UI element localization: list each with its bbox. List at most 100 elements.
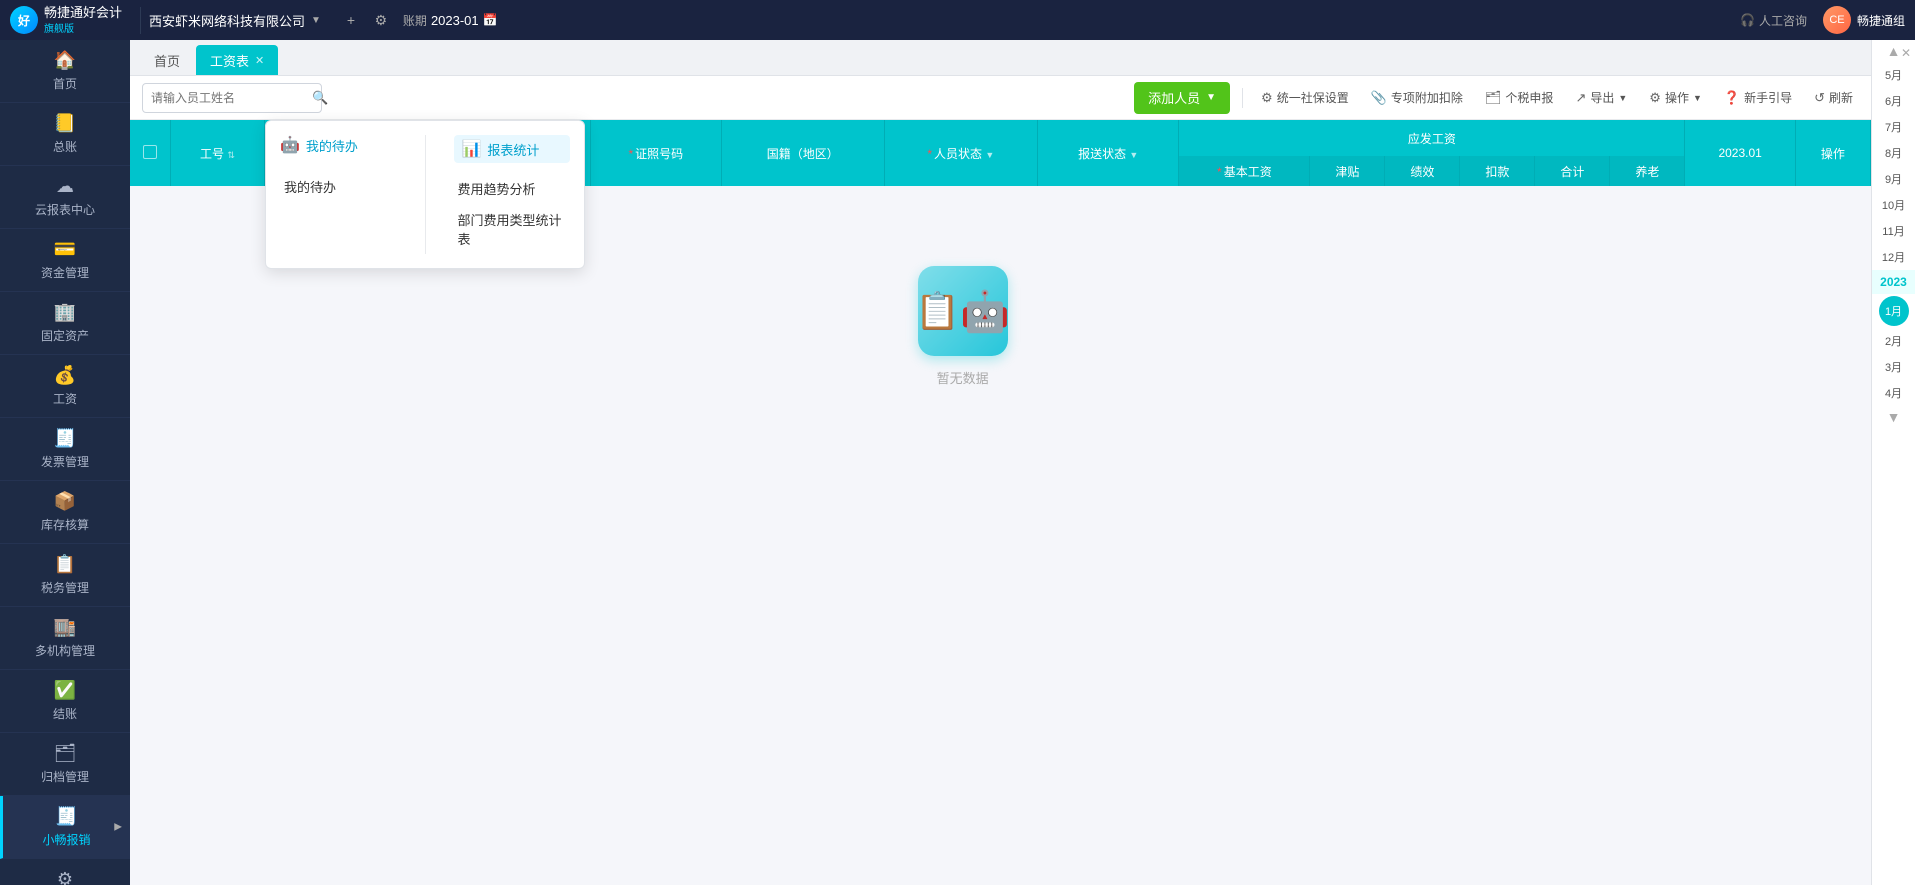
empty-text: 暂无数据 <box>937 368 989 387</box>
social-insurance-icon: ⚙ <box>1261 90 1273 106</box>
salary-icon: 💰 <box>54 365 76 386</box>
main-layout: 🏠 首页 📒 总账 ☁ 云报表中心 💳 资金管理 🏢 固定资产 💰 工资 🧾 发… <box>0 40 1915 885</box>
export-icon: ↗ <box>1575 90 1586 106</box>
refresh-button[interactable]: ↺ 刷新 <box>1808 85 1859 110</box>
sidebar-label-fund: 资金管理 <box>41 264 89 281</box>
sidebar-label-xiaochang: 小畅报销 <box>42 831 90 848</box>
dropdown-col-todo: 🤖 我的待办 我的待办 <box>280 135 397 254</box>
empty-icon: 🤖 <box>918 266 1008 356</box>
sidebar-item-salary[interactable]: 💰 工资 <box>0 355 130 418</box>
sort-icon[interactable]: ⇅ <box>227 150 235 160</box>
company-selector[interactable]: 西安虾米网络科技有限公司 ▼ <box>140 7 329 34</box>
export-arrow: ▼ <box>1618 93 1627 103</box>
sidebar-item-basic[interactable]: ⚙ 基础设置 <box>0 859 130 885</box>
month-9[interactable]: 9月 <box>1872 166 1915 192</box>
year-2023: 2023 <box>1872 270 1915 294</box>
sidebar-label-multi-org: 多机构管理 <box>35 642 95 659</box>
month-2[interactable]: 2月 <box>1872 328 1915 354</box>
content-area: 首页 工资表 ✕ 🔍 添加人员 ▼ ⚙ 统一社保设置 <box>130 40 1871 885</box>
logo-icon: 好 <box>10 6 38 34</box>
home-icon: 🏠 <box>54 50 76 71</box>
person-status-filter-icon[interactable]: ▼ <box>985 150 994 160</box>
sidebar-label-tax: 税务管理 <box>41 579 89 596</box>
select-all-checkbox[interactable] <box>143 145 157 159</box>
panel-down-icon[interactable]: ▼ <box>1884 406 1904 428</box>
add-person-button[interactable]: 添加人员 ▼ <box>1134 82 1230 114</box>
tab-bar: 首页 工资表 ✕ <box>130 40 1871 76</box>
xiaochang-icon: 🧾 <box>55 806 77 827</box>
dropdown-col-report: 📊 报表统计 费用趋势分析 部门费用类型统计表 <box>454 135 571 254</box>
my-todo-item[interactable]: 我的待办 <box>280 171 397 202</box>
dropdown-popup: 🤖 我的待办 我的待办 📊 报表统计 费用趋势分析 部门费用类型统计表 <box>265 120 585 269</box>
social-insurance-label: 统一社保设置 <box>1277 89 1349 106</box>
social-insurance-button[interactable]: ⚙ 统一社保设置 <box>1255 85 1355 110</box>
cost-trend-item[interactable]: 费用趋势分析 <box>454 173 571 204</box>
month-6[interactable]: 6月 <box>1872 88 1915 114</box>
emp-no-header: 工号 ⇅ <box>170 120 265 186</box>
todo-icon: 🤖 <box>280 135 300 155</box>
dropdown-section: 🤖 我的待办 我的待办 📊 报表统计 费用趋势分析 部门费用类型统计表 <box>280 135 570 254</box>
month-8[interactable]: 8月 <box>1872 140 1915 166</box>
month-4[interactable]: 4月 <box>1872 380 1915 406</box>
sidebar-item-fixed-asset[interactable]: 🏢 固定资产 <box>0 292 130 355</box>
operation-button[interactable]: ⚙ 操作 ▼ <box>1643 85 1708 110</box>
tab-salary-table[interactable]: 工资表 ✕ <box>196 45 278 75</box>
tab-home[interactable]: 首页 <box>140 45 194 75</box>
month-5[interactable]: 5月 <box>1872 62 1915 88</box>
sidebar-label-invoice: 发票管理 <box>41 453 89 470</box>
panel-close-icon[interactable]: ✕ <box>1901 46 1911 60</box>
tab-close-icon[interactable]: ✕ <box>255 54 264 67</box>
month-1[interactable]: 1月 <box>1879 296 1909 326</box>
sidebar-item-archive[interactable]: 🗂 归档管理 <box>0 733 130 796</box>
month-3[interactable]: 3月 <box>1872 354 1915 380</box>
add-icon[interactable]: + <box>339 8 363 32</box>
new-guide-icon: ❓ <box>1724 90 1740 106</box>
new-guide-button[interactable]: ❓ 新手引导 <box>1718 85 1798 110</box>
sidebar-item-tax[interactable]: 📋 税务管理 <box>0 544 130 607</box>
top-header: 好 畅捷通好会计 旗舰版 西安虾米网络科技有限公司 ▼ + ⚙ 账期 2023-… <box>0 0 1915 40</box>
header-right: 🎧 人工咨询 CE 畅捷通组 <box>1740 6 1905 34</box>
month-10[interactable]: 10月 <box>1872 192 1915 218</box>
dropdown-todo-title: 🤖 我的待办 <box>280 135 397 161</box>
chevron-down-icon: ▼ <box>311 15 321 26</box>
export-label: 导出 <box>1590 89 1614 106</box>
calendar-icon[interactable]: 📅 <box>483 13 498 27</box>
avatar-initials: CE <box>1829 14 1844 26</box>
sidebar-label-salary: 工资 <box>53 390 77 407</box>
month-11[interactable]: 11月 <box>1872 218 1915 244</box>
month-12[interactable]: 12月 <box>1872 244 1915 270</box>
invoice-icon: 🧾 <box>54 428 76 449</box>
sidebar-item-cloud-report[interactable]: ☁ 云报表中心 <box>0 166 130 229</box>
basic-icon: ⚙ <box>57 869 73 885</box>
report-status-filter-icon[interactable]: ▼ <box>1129 150 1138 160</box>
month-7[interactable]: 7月 <box>1872 114 1915 140</box>
search-box: 🔍 <box>142 83 322 113</box>
report-status-header: 报送状态 ▼ <box>1038 120 1179 186</box>
arrow-right-icon: ▶ <box>114 822 122 833</box>
dept-cost-item[interactable]: 部门费用类型统计表 <box>454 204 571 254</box>
search-input[interactable] <box>151 91 306 105</box>
sidebar-item-settlement[interactable]: ✅ 结账 <box>0 670 130 733</box>
sidebar-item-invoice[interactable]: 🧾 发票管理 <box>0 418 130 481</box>
sidebar-item-inventory[interactable]: 📦 库存核算 <box>0 481 130 544</box>
tax-icon: 📋 <box>54 554 76 575</box>
settings-icon[interactable]: ⚙ <box>369 8 393 32</box>
sidebar-item-fund[interactable]: 💳 资金管理 <box>0 229 130 292</box>
refresh-label: 刷新 <box>1829 89 1853 106</box>
sidebar-item-xiaochang[interactable]: 🧾 小畅报销 ▶ <box>0 796 130 859</box>
id-no-header: *证照号码 <box>590 120 721 186</box>
logo-area: 好 畅捷通好会计 旗舰版 <box>10 5 140 36</box>
sidebar-label-settlement: 结账 <box>53 705 77 722</box>
export-button[interactable]: ↗ 导出 ▼ <box>1569 85 1633 110</box>
user-info[interactable]: CE 畅捷通组 <box>1823 6 1905 34</box>
sidebar-item-ledger[interactable]: 📒 总账 <box>0 103 130 166</box>
add-person-label: 添加人员 <box>1148 88 1200 107</box>
inventory-icon: 📦 <box>54 491 76 512</box>
sidebar: 🏠 首页 📒 总账 ☁ 云报表中心 💳 资金管理 🏢 固定资产 💰 工资 🧾 发… <box>0 40 130 885</box>
sidebar-item-home[interactable]: 🏠 首页 <box>0 40 130 103</box>
search-icon[interactable]: 🔍 <box>312 90 328 106</box>
special-deduction-button[interactable]: 📎 专项附加扣除 <box>1365 85 1469 110</box>
personal-tax-button[interactable]: 🗂 个税申报 <box>1479 85 1560 110</box>
support-link[interactable]: 🎧 人工咨询 <box>1740 12 1807 29</box>
sidebar-item-multi-org[interactable]: 🏬 多机构管理 <box>0 607 130 670</box>
